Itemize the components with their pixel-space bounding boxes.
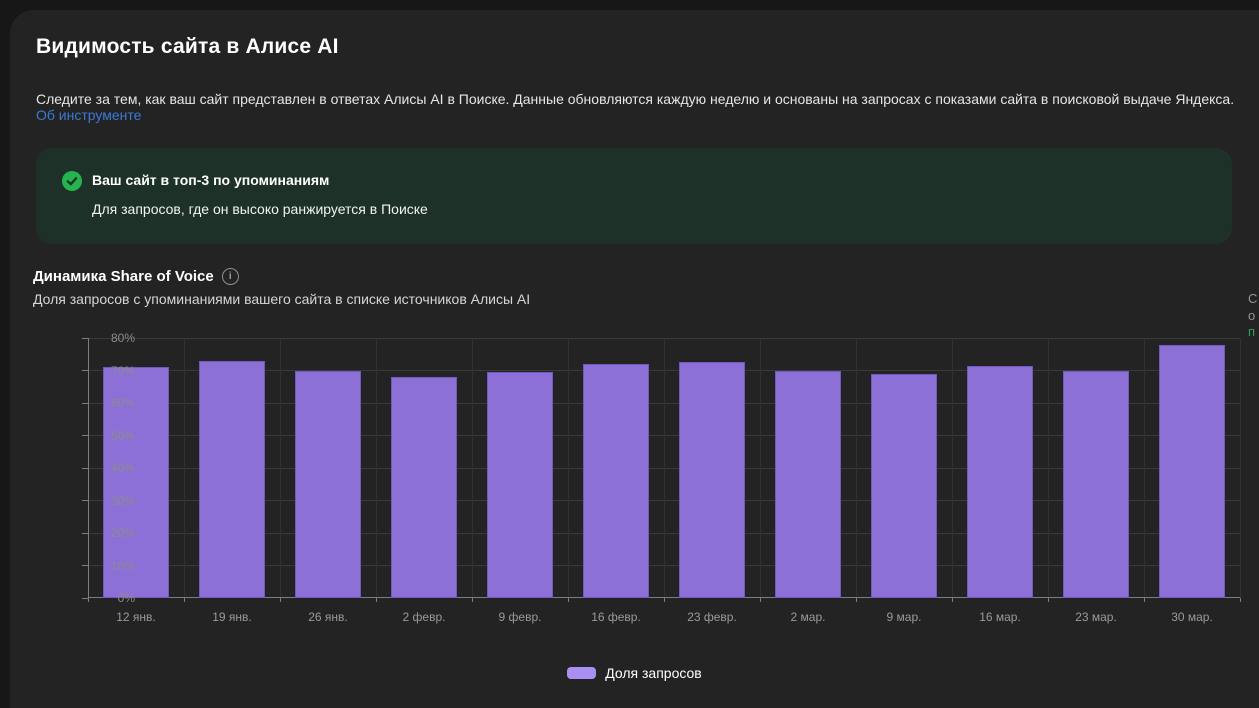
x-axis-label: 19 янв. — [212, 610, 252, 624]
x-axis-tick — [663, 598, 665, 602]
y-axis-label: 70% — [110, 363, 135, 378]
x-axis-label: 23 февр. — [687, 610, 737, 624]
x-axis-label: 12 янв. — [116, 610, 156, 624]
about-tool-link[interactable]: Об инструменте — [36, 107, 141, 123]
x-axis-label: 26 янв. — [308, 610, 348, 624]
bar-9 мар.[interactable] — [870, 373, 938, 598]
screen: Видимость сайта в Алисе AI Следите за те… — [0, 0, 1259, 708]
check-circle-icon — [62, 171, 82, 191]
gridline-v — [1143, 338, 1145, 598]
legend-swatch — [567, 667, 597, 679]
clipped-text-fragment: С — [1248, 291, 1258, 306]
gridline-v — [663, 338, 665, 598]
visibility-card: Видимость сайта в Алисе AI Следите за те… — [10, 10, 1259, 708]
clipped-text-fragment: п — [1248, 324, 1256, 339]
y-axis-label: 0% — [117, 591, 135, 605]
x-axis-label: 9 февр. — [498, 610, 542, 624]
x-axis-label: 2 февр. — [402, 610, 446, 624]
y-axis-label: 50% — [110, 428, 135, 443]
gridline-v — [375, 338, 377, 598]
x-axis-label: 30 мар. — [1171, 610, 1213, 624]
gridline-v — [279, 338, 281, 598]
top3-banner: Ваш сайт в топ-3 по упоминаниям Для запр… — [36, 148, 1232, 244]
x-axis-label: 2 мар. — [790, 610, 826, 624]
x-axis-tick — [471, 598, 473, 602]
page-title: Видимость сайта в Алисе AI — [36, 35, 339, 58]
x-axis-tick — [951, 598, 953, 602]
chart-subtitle: Доля запросов с упоминаниями вашего сайт… — [33, 291, 531, 307]
x-axis-tick — [279, 598, 281, 602]
banner-subtitle: Для запросов, где он высоко ранжируется … — [92, 201, 428, 217]
banner-title: Ваш сайт в топ-3 по упоминаниям — [92, 172, 330, 188]
y-axis-label: 60% — [110, 396, 135, 410]
gridline-v — [759, 338, 761, 598]
legend-item[interactable]: Доля запросов — [567, 665, 702, 681]
y-axis-label: 30% — [110, 493, 135, 508]
legend: Доля запросов — [10, 665, 1259, 681]
y-axis-label: 80% — [110, 331, 135, 345]
gridline-v — [183, 338, 185, 598]
bar-9 февр.[interactable] — [486, 372, 554, 598]
info-icon[interactable]: i — [221, 268, 239, 285]
y-axis-label: 20% — [110, 526, 135, 540]
bar-16 февр.[interactable] — [582, 364, 650, 598]
gridline-v — [1047, 338, 1049, 598]
gridline-v — [471, 338, 473, 598]
bar-16 мар.[interactable] — [966, 365, 1034, 598]
chart-title: Динамика Share of Voice — [33, 268, 214, 285]
page-description: Следите за тем, как ваш сайт представлен… — [36, 91, 1235, 107]
bar-30 мар.[interactable] — [1158, 344, 1226, 598]
x-axis-tick — [183, 598, 185, 602]
gridline-v — [951, 338, 953, 598]
x-axis-tick — [759, 598, 761, 602]
gridline-v — [567, 338, 569, 598]
x-axis-label: 16 мар. — [979, 610, 1021, 624]
plot-area — [82, 337, 1241, 602]
bar-19 янв.[interactable] — [198, 360, 266, 598]
x-axis-tick — [375, 598, 377, 602]
gridline-v — [1239, 338, 1241, 598]
bar-26 янв.[interactable] — [294, 370, 362, 598]
bar-23 февр.[interactable] — [678, 362, 746, 598]
x-axis-tick — [567, 598, 569, 602]
x-axis-tick — [1143, 598, 1145, 602]
x-axis-label: 9 мар. — [886, 610, 922, 624]
legend-label: Доля запросов — [605, 665, 702, 681]
bar-2 февр.[interactable] — [390, 377, 458, 598]
bar-23 мар.[interactable] — [1062, 370, 1130, 598]
gridline-v — [855, 338, 857, 598]
x-axis-tick — [855, 598, 857, 602]
x-axis-tick — [1047, 598, 1049, 602]
bar-2 мар.[interactable] — [774, 370, 842, 598]
clipped-text-fragment: о — [1248, 308, 1256, 323]
x-axis-label: 16 февр. — [591, 610, 641, 624]
x-axis-label: 23 мар. — [1075, 610, 1117, 624]
y-axis-label: 40% — [110, 461, 135, 475]
y-axis-label: 10% — [110, 558, 135, 573]
x-axis-tick — [1239, 598, 1241, 602]
chart-header: Динамика Share of Voice i — [33, 268, 239, 285]
